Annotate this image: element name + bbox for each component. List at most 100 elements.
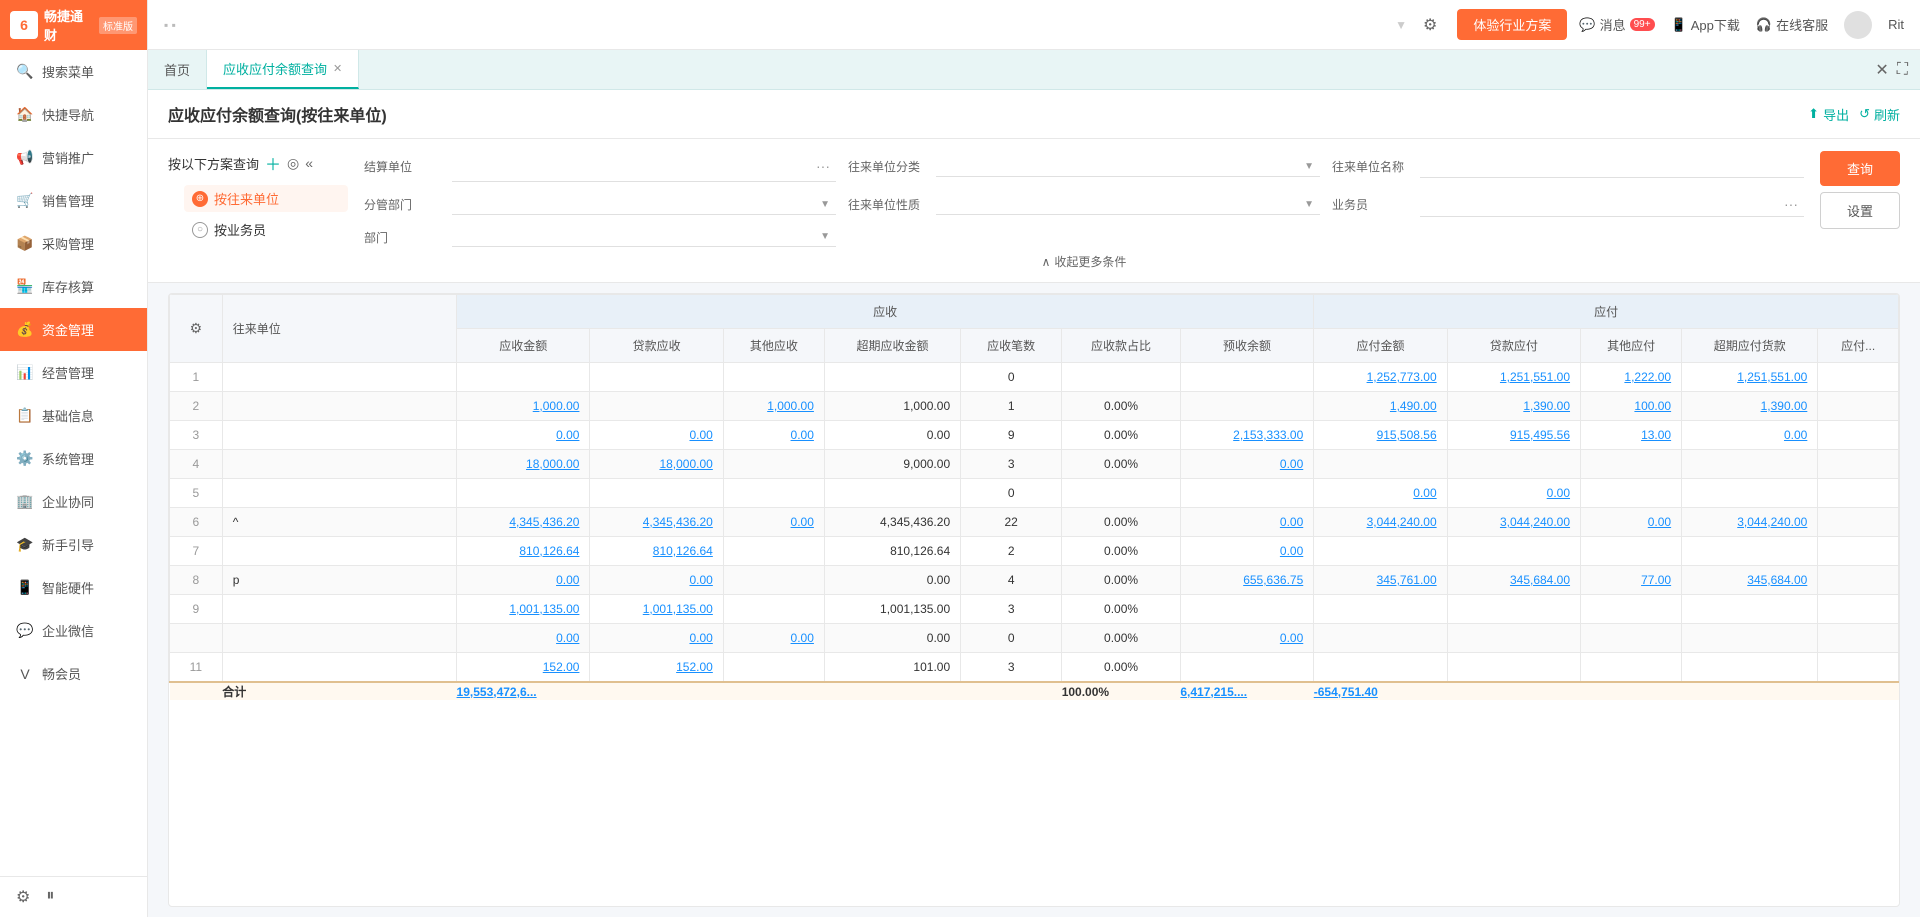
ar-amount[interactable] bbox=[457, 363, 590, 392]
ar-advance[interactable]: 0.00 bbox=[1180, 624, 1313, 653]
ar-other[interactable] bbox=[723, 363, 824, 392]
sidebar-settings-icon[interactable]: ⚙ bbox=[16, 887, 30, 907]
refresh-button[interactable]: ↺ 刷新 bbox=[1859, 105, 1900, 124]
ar-amount[interactable]: 0.00 bbox=[457, 421, 590, 450]
ar-advance[interactable] bbox=[1180, 363, 1313, 392]
ar-loan[interactable] bbox=[590, 392, 723, 421]
settlement-input[interactable] bbox=[458, 155, 816, 177]
ap-overdue[interactable] bbox=[1682, 537, 1818, 566]
ap-loan[interactable] bbox=[1447, 653, 1580, 683]
settlement-ellipsis[interactable]: ··· bbox=[816, 158, 830, 174]
ar-advance[interactable]: 655,636.75 bbox=[1180, 566, 1313, 595]
setting-button[interactable]: 设置 bbox=[1820, 192, 1900, 229]
ap-other[interactable]: 1,222.00 bbox=[1581, 363, 1682, 392]
ar-amount[interactable]: 0.00 bbox=[457, 566, 590, 595]
unitname-input[interactable] bbox=[1420, 155, 1804, 178]
ap-loan[interactable]: 1,251,551.00 bbox=[1447, 363, 1580, 392]
ap-overdue[interactable]: 0.00 bbox=[1682, 421, 1818, 450]
ap-other[interactable] bbox=[1581, 595, 1682, 624]
ar-advance[interactable]: 0.00 bbox=[1180, 508, 1313, 537]
topbar-service[interactable]: 🎧 在线客服 bbox=[1756, 15, 1828, 34]
sidebar-item-nav[interactable]: 🏠 快捷导航 bbox=[0, 93, 147, 136]
ap-other[interactable] bbox=[1581, 450, 1682, 479]
ar-advance[interactable] bbox=[1180, 653, 1313, 683]
footer-ar-amount[interactable]: 19,553,472,6... bbox=[457, 682, 590, 700]
topbar-gear-icon[interactable]: ⚙ bbox=[1423, 15, 1437, 35]
ar-other[interactable] bbox=[723, 566, 824, 595]
ar-loan[interactable]: 0.00 bbox=[590, 624, 723, 653]
tab-home[interactable]: 首页 bbox=[148, 50, 207, 89]
ar-loan[interactable]: 4,345,436.20 bbox=[590, 508, 723, 537]
ap-loan[interactable]: 3,044,240.00 bbox=[1447, 508, 1580, 537]
ar-other[interactable]: 0.00 bbox=[723, 421, 824, 450]
ap-other[interactable] bbox=[1581, 653, 1682, 683]
ap-other[interactable]: 77.00 bbox=[1581, 566, 1682, 595]
sidebar-item-member[interactable]: V 畅会员 bbox=[0, 652, 147, 695]
sidebar-item-operations[interactable]: 📊 经营管理 bbox=[0, 351, 147, 394]
footer-ar-advance[interactable]: 6,417,215.... bbox=[1180, 682, 1313, 700]
ar-other[interactable] bbox=[723, 450, 824, 479]
ap-loan[interactable] bbox=[1447, 624, 1580, 653]
ap-loan[interactable]: 915,495.56 bbox=[1447, 421, 1580, 450]
ap-amount[interactable] bbox=[1314, 537, 1447, 566]
trial-button[interactable]: 体验行业方案 bbox=[1457, 9, 1567, 40]
ar-advance[interactable] bbox=[1180, 595, 1313, 624]
ap-overdue[interactable] bbox=[1682, 479, 1818, 508]
scheme-collapse-icon[interactable]: « bbox=[305, 155, 313, 171]
ap-overdue[interactable] bbox=[1682, 450, 1818, 479]
tab-arbal[interactable]: 应收应付余额查询 ✕ bbox=[207, 50, 359, 89]
ar-loan[interactable] bbox=[590, 479, 723, 508]
footer-ap-amount[interactable]: -654,751.40 bbox=[1314, 682, 1447, 700]
ar-loan[interactable]: 152.00 bbox=[590, 653, 723, 683]
ap-overdue[interactable]: 345,684.00 bbox=[1682, 566, 1818, 595]
ar-advance[interactable]: 0.00 bbox=[1180, 537, 1313, 566]
sidebar-item-search[interactable]: 🔍 搜索菜单 bbox=[0, 50, 147, 93]
ar-other[interactable] bbox=[723, 595, 824, 624]
ap-amount[interactable]: 345,761.00 bbox=[1314, 566, 1447, 595]
sidebar-item-inventory[interactable]: 🏪 库存核算 bbox=[0, 265, 147, 308]
filter-option-unit[interactable]: ⊕ 按往来单位 bbox=[184, 185, 348, 212]
ar-other[interactable] bbox=[723, 479, 824, 508]
ar-other[interactable]: 0.00 bbox=[723, 624, 824, 653]
sidebar-item-purchase[interactable]: 📦 采购管理 bbox=[0, 222, 147, 265]
ar-loan[interactable]: 0.00 bbox=[590, 421, 723, 450]
user-avatar[interactable] bbox=[1844, 11, 1872, 39]
ar-advance[interactable]: 0.00 bbox=[1180, 450, 1313, 479]
export-button[interactable]: ⬆ 导出 bbox=[1808, 105, 1849, 124]
sidebar-item-weixin[interactable]: 💬 企业微信 bbox=[0, 609, 147, 652]
ap-amount[interactable] bbox=[1314, 653, 1447, 683]
scheme-setting-icon[interactable]: ◎ bbox=[287, 155, 299, 172]
ar-advance[interactable] bbox=[1180, 392, 1313, 421]
ap-loan[interactable] bbox=[1447, 537, 1580, 566]
topbar-appdownload[interactable]: 📱 App下载 bbox=[1671, 15, 1740, 34]
tabbar-expand-icon[interactable]: ⛶ bbox=[1897, 61, 1908, 79]
sidebar-item-marketing[interactable]: 📢 营销推广 bbox=[0, 136, 147, 179]
ar-other[interactable]: 0.00 bbox=[723, 508, 824, 537]
ar-advance[interactable]: 2,153,333.00 bbox=[1180, 421, 1313, 450]
ar-amount[interactable]: 4,345,436.20 bbox=[457, 508, 590, 537]
ap-amount[interactable] bbox=[1314, 624, 1447, 653]
ar-advance[interactable] bbox=[1180, 479, 1313, 508]
ar-loan[interactable]: 1,001,135.00 bbox=[590, 595, 723, 624]
ap-overdue[interactable] bbox=[1682, 624, 1818, 653]
ar-other[interactable] bbox=[723, 537, 824, 566]
ap-overdue[interactable] bbox=[1682, 595, 1818, 624]
ap-loan[interactable]: 345,684.00 bbox=[1447, 566, 1580, 595]
sidebar-item-hardware[interactable]: 📱 智能硬件 bbox=[0, 566, 147, 609]
sidebar-item-collab[interactable]: 🏢 企业协同 bbox=[0, 480, 147, 523]
collapse-more-btn[interactable]: ∧ 收起更多条件 bbox=[364, 253, 1804, 270]
ap-other[interactable] bbox=[1581, 624, 1682, 653]
table-settings-icon[interactable]: ⚙ bbox=[190, 320, 203, 336]
ar-amount[interactable] bbox=[457, 479, 590, 508]
ap-other[interactable]: 13.00 bbox=[1581, 421, 1682, 450]
ap-other[interactable] bbox=[1581, 537, 1682, 566]
scheme-add-icon[interactable]: ＋ bbox=[265, 151, 281, 175]
ap-amount[interactable]: 3,044,240.00 bbox=[1314, 508, 1447, 537]
ar-other[interactable]: 1,000.00 bbox=[723, 392, 824, 421]
sidebar-item-system[interactable]: ⚙️ 系统管理 bbox=[0, 437, 147, 480]
ar-amount[interactable]: 1,001,135.00 bbox=[457, 595, 590, 624]
ap-amount[interactable]: 0.00 bbox=[1314, 479, 1447, 508]
ap-overdue[interactable]: 3,044,240.00 bbox=[1682, 508, 1818, 537]
ap-loan[interactable] bbox=[1447, 595, 1580, 624]
sidebar-item-finance[interactable]: 💰 资金管理 bbox=[0, 308, 147, 351]
